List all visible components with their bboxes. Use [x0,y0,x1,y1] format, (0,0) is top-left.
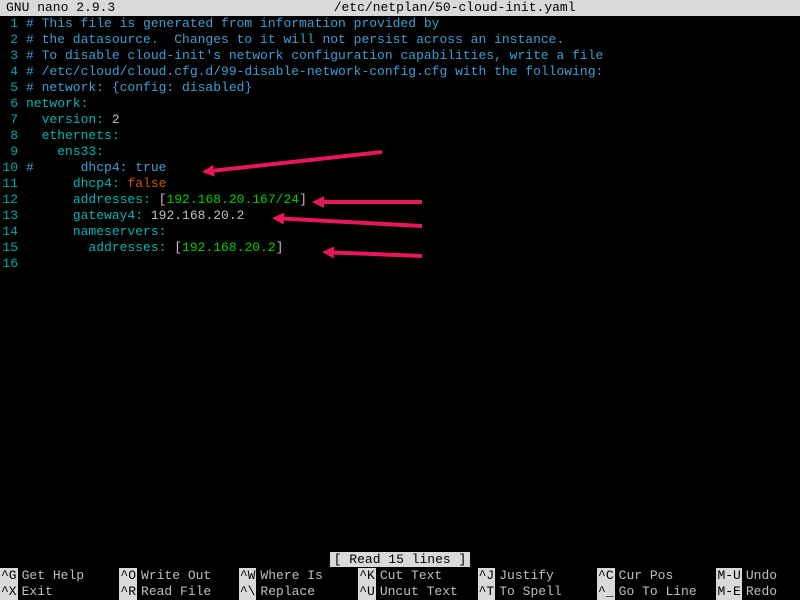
keycap: ^K [358,568,376,584]
line-number-gutter: 12345678910111213141516 [0,16,22,564]
code-line[interactable]: # This file is generated from informatio… [26,16,800,32]
line-number: 16 [0,256,18,272]
keycap: ^X [0,584,18,600]
help-item[interactable]: ^\Replace [239,584,358,600]
code-line[interactable]: # network: {config: disabled} [26,80,800,96]
help-item[interactable]: M-U Undo [716,568,800,584]
file-path: /etc/netplan/50-cloud-init.yaml [115,0,794,16]
help-label: To Spell [499,584,561,600]
help-item[interactable]: ^CCur Pos [597,568,716,584]
code-line[interactable]: version: 2 [26,112,800,128]
code-line[interactable]: addresses: [192.168.20.2] [26,240,800,256]
help-label: Exit [22,584,53,600]
code-line[interactable]: # dhcp4: true [26,160,800,176]
keycap: ^C [597,568,615,584]
line-number: 14 [0,224,18,240]
line-number: 13 [0,208,18,224]
help-item[interactable]: ^KCut Text [358,568,477,584]
code-line[interactable]: # To disable cloud-init's network config… [26,48,800,64]
titlebar: GNU nano 2.9.3 /etc/netplan/50-cloud-ini… [0,0,800,16]
status-message: [ Read 15 lines ] [330,552,471,567]
help-label: Uncut Text [380,584,458,600]
help-label: Redo [746,584,777,600]
code-line[interactable]: # the datasource. Changes to it will not… [26,32,800,48]
keycap: M-E [716,584,741,600]
keycap: ^G [0,568,18,584]
keycap: ^U [358,584,376,600]
help-label: Read File [141,584,211,600]
help-bar: ^GGet Help^OWrite Out^WWhere Is^KCut Tex… [0,568,800,600]
help-label: Cut Text [380,568,442,584]
line-number: 1 [0,16,18,32]
line-number: 3 [0,48,18,64]
help-item[interactable]: ^_Go To Line [597,584,716,600]
help-item[interactable]: ^WWhere Is [239,568,358,584]
keycap: ^\ [239,584,257,600]
keycap: ^R [119,584,137,600]
code-line[interactable]: ethernets: [26,128,800,144]
keycap: ^_ [597,584,615,600]
help-item[interactable]: M-E Redo [716,584,800,600]
help-label: Justify [499,568,554,584]
help-item[interactable]: ^OWrite Out [119,568,238,584]
line-number: 15 [0,240,18,256]
help-label: Cur Pos [619,568,674,584]
code-line[interactable]: gateway4: 192.168.20.2 [26,208,800,224]
help-item[interactable]: ^RRead File [119,584,238,600]
help-item[interactable]: ^GGet Help [0,568,119,584]
help-item[interactable]: ^UUncut Text [358,584,477,600]
code-line[interactable]: # /etc/cloud/cloud.cfg.d/99-disable-netw… [26,64,800,80]
line-number: 9 [0,144,18,160]
status-bar: [ Read 15 lines ] [0,552,800,568]
code-line[interactable] [26,256,800,272]
line-number: 8 [0,128,18,144]
code-line[interactable]: dhcp4: false [26,176,800,192]
line-number: 7 [0,112,18,128]
line-number: 4 [0,64,18,80]
help-item[interactable]: ^XExit [0,584,119,600]
line-number: 10 [0,160,18,176]
keycap: M-U [716,568,741,584]
help-label: Go To Line [619,584,697,600]
help-item[interactable]: ^TTo Spell [478,584,597,600]
line-number: 2 [0,32,18,48]
code-line[interactable]: network: [26,96,800,112]
help-item[interactable]: ^JJustify [478,568,597,584]
keycap: ^T [478,584,496,600]
line-number: 12 [0,192,18,208]
help-label: Undo [746,568,777,584]
code-line[interactable]: addresses: [192.168.20.167/24] [26,192,800,208]
line-number: 11 [0,176,18,192]
code-line[interactable]: nameservers: [26,224,800,240]
line-number: 6 [0,96,18,112]
help-label: Replace [260,584,315,600]
editor-content[interactable]: # This file is generated from informatio… [22,16,800,564]
keycap: ^W [239,568,257,584]
code-line[interactable]: ens33: [26,144,800,160]
keycap: ^O [119,568,137,584]
app-name: GNU nano 2.9.3 [6,0,115,16]
help-label: Where Is [260,568,322,584]
editor-viewport[interactable]: 12345678910111213141516 # This file is g… [0,16,800,564]
help-label: Write Out [141,568,211,584]
line-number: 5 [0,80,18,96]
help-label: Get Help [22,568,84,584]
keycap: ^J [478,568,496,584]
